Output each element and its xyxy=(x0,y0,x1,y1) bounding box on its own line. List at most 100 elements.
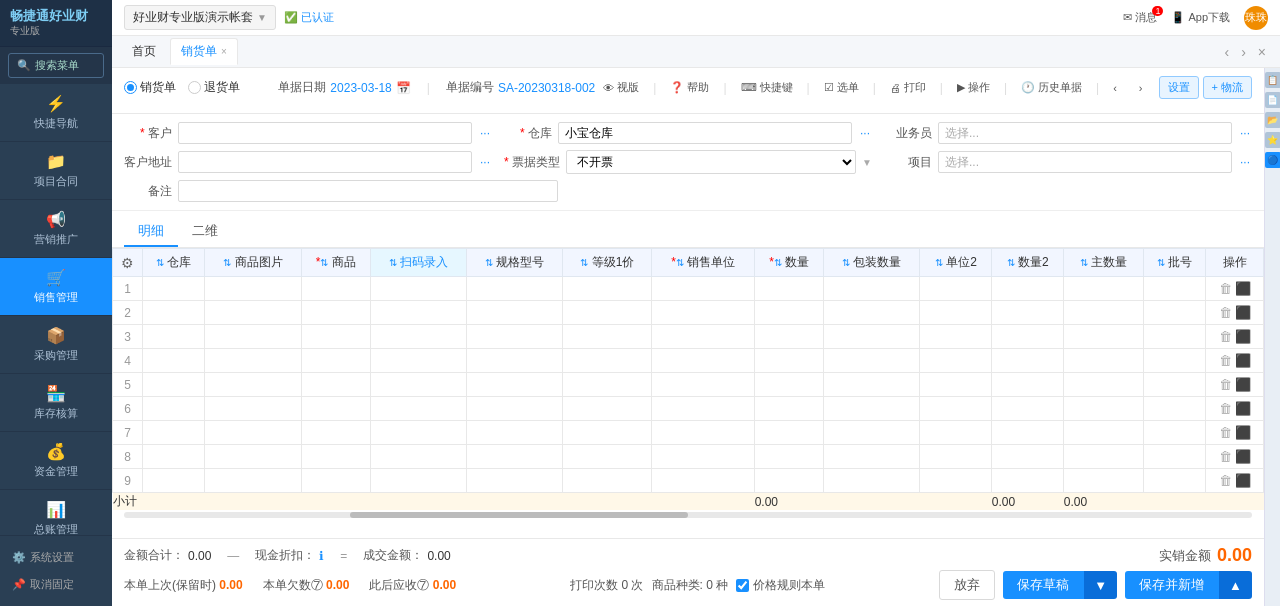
row-unit2-9[interactable] xyxy=(920,469,992,493)
row-delete-button-2[interactable]: 🗑 xyxy=(1219,305,1232,320)
row-delete-button-5[interactable]: 🗑 xyxy=(1219,377,1232,392)
right-panel-icon-4[interactable]: ⭐ xyxy=(1265,132,1281,148)
radio-sales[interactable]: 销货单 xyxy=(124,79,176,96)
print-button[interactable]: 🖨 打印 xyxy=(882,77,934,98)
row-qty-8[interactable] xyxy=(755,445,824,469)
row-main-qty-7[interactable] xyxy=(1064,421,1143,445)
row-copy-button-7[interactable]: ⬛ xyxy=(1235,425,1251,440)
col-sort-icon-3[interactable]: ⇅ xyxy=(320,257,328,268)
row-delete-button-9[interactable]: 🗑 xyxy=(1219,473,1232,488)
row-unit-8[interactable] xyxy=(652,445,755,469)
row-quick-entry-4[interactable] xyxy=(370,349,466,373)
row-pkg-qty-6[interactable] xyxy=(824,397,920,421)
sidebar-item-unpin[interactable]: 📌 取消固定 xyxy=(8,571,104,598)
row-warehouse-4[interactable] xyxy=(143,349,205,373)
toolbar-next-button[interactable]: › xyxy=(1131,79,1151,97)
warehouse-input[interactable] xyxy=(558,122,852,144)
row-warehouse-2[interactable] xyxy=(143,301,205,325)
row-qty-5[interactable] xyxy=(755,373,824,397)
tab-close-all-button[interactable]: × xyxy=(1254,42,1270,62)
row-price1-5[interactable] xyxy=(563,373,652,397)
row-unit-7[interactable] xyxy=(652,421,755,445)
row-pkg-qty-3[interactable] xyxy=(824,325,920,349)
row-unit-4[interactable] xyxy=(652,349,755,373)
toolbar-prev-button[interactable]: ‹ xyxy=(1105,79,1125,97)
shortcut-button[interactable]: ⌨ 快捷键 xyxy=(733,77,801,98)
calendar-icon[interactable]: 📅 xyxy=(396,81,411,95)
row-price1-4[interactable] xyxy=(563,349,652,373)
select-order-button[interactable]: ☑ 选单 xyxy=(816,77,867,98)
row-delete-button-6[interactable]: 🗑 xyxy=(1219,401,1232,416)
tab-home[interactable]: 首页 xyxy=(122,39,166,64)
row-price1-1[interactable] xyxy=(563,277,652,301)
row-warehouse-3[interactable] xyxy=(143,325,205,349)
row-warehouse-9[interactable] xyxy=(143,469,205,493)
save-draft-button[interactable]: 保存草稿 xyxy=(1003,571,1083,599)
row-pkg-qty-2[interactable] xyxy=(824,301,920,325)
row-copy-button-4[interactable]: ⬛ xyxy=(1235,353,1251,368)
row-warehouse-7[interactable] xyxy=(143,421,205,445)
col-sort-icon-4[interactable]: ⇅ xyxy=(389,257,397,268)
row-goods-3[interactable] xyxy=(301,325,370,349)
col-sort-icon-12[interactable]: ⇅ xyxy=(1080,257,1088,268)
row-spec-6[interactable] xyxy=(467,397,563,421)
tab-mingxi[interactable]: 明细 xyxy=(124,217,178,247)
row-pkg-qty-7[interactable] xyxy=(824,421,920,445)
row-batch-2[interactable] xyxy=(1143,301,1205,325)
row-main-qty-2[interactable] xyxy=(1064,301,1143,325)
abandon-button[interactable]: 放弃 xyxy=(939,570,995,600)
warehouse-dotdot[interactable]: ··· xyxy=(858,126,872,140)
search-menu-button[interactable]: 🔍 搜索菜单 xyxy=(8,53,104,78)
row-copy-button-5[interactable]: ⬛ xyxy=(1235,377,1251,392)
row-delete-button-4[interactable]: 🗑 xyxy=(1219,353,1232,368)
row-qty-4[interactable] xyxy=(755,349,824,373)
col-sort-icon[interactable]: ⇅ xyxy=(156,257,164,268)
price-check-label[interactable]: 价格规则本单 xyxy=(736,577,825,594)
row-qty2-9[interactable] xyxy=(992,469,1064,493)
col-sort-icon-6[interactable]: ⇅ xyxy=(580,257,588,268)
row-batch-5[interactable] xyxy=(1143,373,1205,397)
salesperson-input[interactable] xyxy=(938,122,1232,144)
row-pkg-qty-9[interactable] xyxy=(824,469,920,493)
row-pkg-qty-8[interactable] xyxy=(824,445,920,469)
row-unit-1[interactable] xyxy=(652,277,755,301)
row-copy-button-2[interactable]: ⬛ xyxy=(1235,305,1251,320)
add-logistics-button[interactable]: + 物流 xyxy=(1203,76,1252,99)
col-sort-icon-13[interactable]: ⇅ xyxy=(1157,257,1165,268)
col-sort-icon-7[interactable]: ⇅ xyxy=(676,257,684,268)
row-qty2-3[interactable] xyxy=(992,325,1064,349)
radio-return[interactable]: 退货单 xyxy=(188,79,240,96)
save-and-new-button[interactable]: 保存并新增 xyxy=(1125,571,1218,599)
row-qty-1[interactable] xyxy=(755,277,824,301)
tab-prev-button[interactable]: ‹ xyxy=(1220,42,1233,62)
message-button[interactable]: ✉ 1 消息 xyxy=(1123,10,1157,25)
row-qty2-4[interactable] xyxy=(992,349,1064,373)
row-pkg-qty-4[interactable] xyxy=(824,349,920,373)
col-sort-icon-10[interactable]: ⇅ xyxy=(935,257,943,268)
view-button[interactable]: 👁 视版 xyxy=(595,77,647,98)
col-sort-icon-2[interactable]: ⇅ xyxy=(223,257,231,268)
row-goods-6[interactable] xyxy=(301,397,370,421)
settings-button[interactable]: 设置 xyxy=(1159,76,1199,99)
row-unit-2[interactable] xyxy=(652,301,755,325)
row-batch-1[interactable] xyxy=(1143,277,1205,301)
row-spec-1[interactable] xyxy=(467,277,563,301)
company-selector[interactable]: 好业财专业版演示帐套 ▼ xyxy=(124,5,276,30)
row-qty-7[interactable] xyxy=(755,421,824,445)
right-panel-icon-3[interactable]: 📂 xyxy=(1265,112,1281,128)
row-warehouse-6[interactable] xyxy=(143,397,205,421)
sidebar-item-settings[interactable]: ⚙️ 系统设置 xyxy=(8,544,104,571)
row-main-qty-5[interactable] xyxy=(1064,373,1143,397)
remark-input[interactable] xyxy=(178,180,558,202)
right-panel-icon-5[interactable]: 🔵 xyxy=(1265,152,1281,168)
row-delete-button-7[interactable]: 🗑 xyxy=(1219,425,1232,440)
row-spec-5[interactable] xyxy=(467,373,563,397)
row-quick-entry-3[interactable] xyxy=(370,325,466,349)
row-spec-4[interactable] xyxy=(467,349,563,373)
tab-erwei[interactable]: 二维 xyxy=(178,217,232,247)
row-unit2-2[interactable] xyxy=(920,301,992,325)
discount-info-icon[interactable]: ℹ xyxy=(319,549,324,563)
col-sort-icon-8[interactable]: ⇅ xyxy=(774,257,782,268)
save-and-new-dropdown[interactable]: ▲ xyxy=(1218,571,1252,599)
history-button[interactable]: 🕐 历史单据 xyxy=(1013,77,1090,98)
